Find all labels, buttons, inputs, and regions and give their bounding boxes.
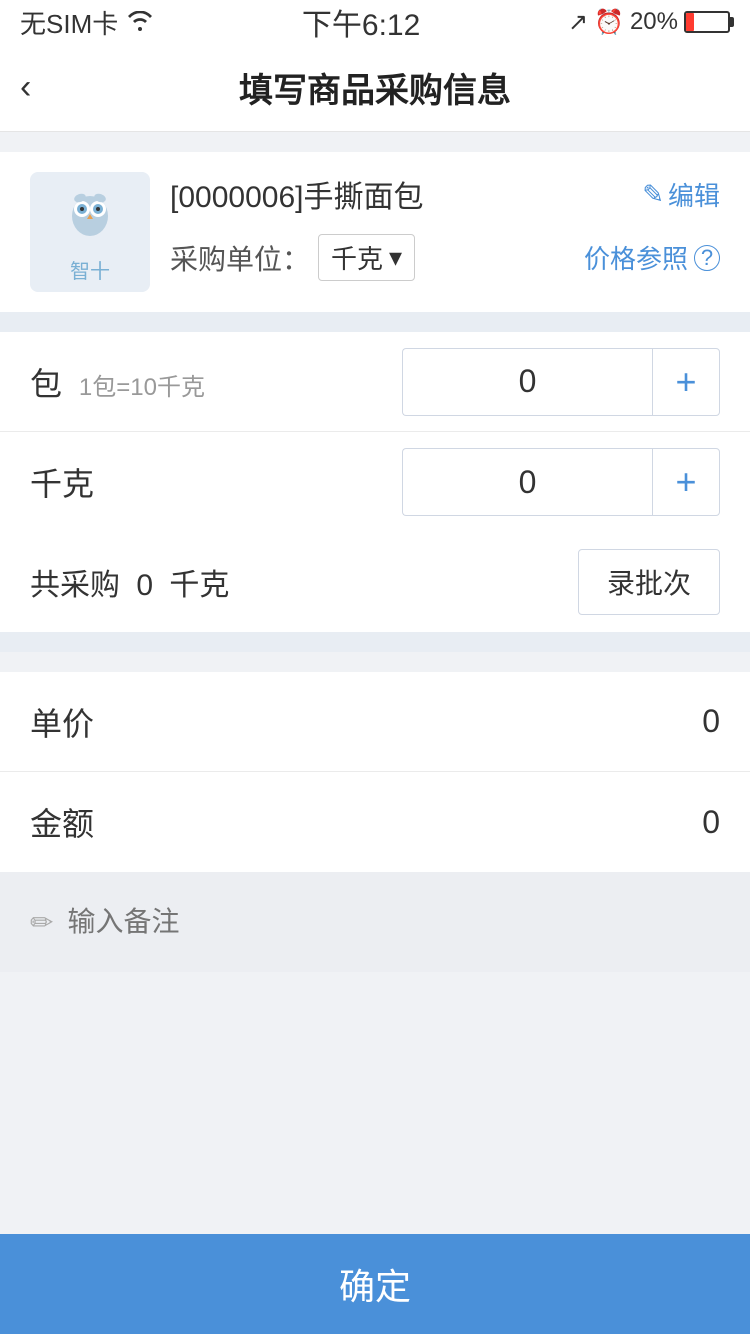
edit-label: 编辑 <box>668 176 720 213</box>
unit-value: 千克 <box>331 239 383 276</box>
wifi-icon <box>126 7 154 38</box>
input-section: 包 1包=10千克 + 千克 + <box>0 332 750 532</box>
summary-prefix: 共采购 <box>30 569 120 602</box>
status-left: 无SIM卡 <box>20 4 154 41</box>
edit-button[interactable]: ✎ 编辑 <box>642 176 720 213</box>
unit-price-value: 0 <box>702 703 720 740</box>
page-title: 填写商品采购信息 <box>239 63 511 112</box>
kg-plus-button[interactable]: + <box>652 448 720 516</box>
amount-label: 金额 <box>30 799 94 845</box>
kg-input-row: 千克 + <box>0 432 750 532</box>
nav-bar: ‹ 填写商品采购信息 <box>0 44 750 132</box>
battery-icon <box>684 11 730 33</box>
product-card: 智十 [0000006]手撕面包 ✎ 编辑 采购单位： 千克 ▾ 价格参照 ? <box>0 152 750 312</box>
status-time: 下午6:12 <box>302 0 420 44</box>
kg-number-input[interactable] <box>402 448 652 516</box>
note-section: ✏ <box>0 872 750 972</box>
note-input[interactable] <box>67 906 720 938</box>
price-section: 单价 0 金额 0 <box>0 672 750 872</box>
product-unit-row: 采购单位： 千克 ▾ 价格参照 ? <box>170 234 720 281</box>
unit-price-label: 单价 <box>30 699 94 745</box>
amount-value: 0 <box>702 804 720 841</box>
product-header: [0000006]手撕面包 ✎ 编辑 <box>170 172 720 216</box>
summary-amount: 0 <box>136 569 153 602</box>
bag-plus-button[interactable]: + <box>652 348 720 416</box>
price-ref-label: 价格参照 <box>584 239 688 276</box>
price-ref-button[interactable]: 价格参照 ? <box>584 239 720 276</box>
status-bar: 无SIM卡 下午6:12 ↗ ⏰ 20% <box>0 0 750 44</box>
unit-price-row: 单价 0 <box>0 672 750 772</box>
product-image: 智十 <box>30 172 150 292</box>
summary-row: 共采购 0 千克 录批次 <box>0 532 750 632</box>
product-info: [0000006]手撕面包 ✎ 编辑 采购单位： 千克 ▾ 价格参照 ? <box>170 172 720 281</box>
section-divider-2 <box>0 632 750 652</box>
unit-label: 采购单位： <box>170 238 310 278</box>
location-icon: ↗ <box>568 8 588 37</box>
kg-input-controls: + <box>402 448 720 516</box>
bag-sub-label: 1包=10千克 <box>79 374 205 401</box>
section-divider-1 <box>0 312 750 332</box>
alarm-icon: ⏰ <box>594 8 624 37</box>
product-name: [0000006]手撕面包 <box>170 172 423 216</box>
bag-input-row: 包 1包=10千克 + <box>0 332 750 432</box>
back-button[interactable]: ‹ <box>20 68 80 107</box>
carrier-label: 无SIM卡 <box>20 4 118 41</box>
kg-label: 千克 <box>30 459 402 505</box>
bag-label: 包 1包=10千克 <box>30 359 402 405</box>
status-right: ↗ ⏰ 20% <box>568 8 730 37</box>
bag-input-controls: + <box>402 348 720 416</box>
battery-percent: 20% <box>630 8 678 36</box>
bottom-spacer <box>0 972 750 1072</box>
price-ref-help-icon: ? <box>694 245 720 271</box>
pencil-icon: ✏ <box>30 906 53 939</box>
bag-number-input[interactable] <box>402 348 652 416</box>
confirm-button[interactable]: 确定 <box>0 1234 750 1334</box>
summary-text: 共采购 0 千克 <box>30 560 229 604</box>
summary-unit: 千克 <box>169 569 229 602</box>
product-brand-label: 智十 <box>70 255 110 284</box>
product-owl-icon <box>60 181 120 251</box>
unit-select[interactable]: 千克 ▾ <box>318 234 415 281</box>
batch-button[interactable]: 录批次 <box>578 549 720 615</box>
edit-icon: ✎ <box>642 179 664 210</box>
unit-dropdown-icon: ▾ <box>389 242 402 273</box>
amount-row: 金额 0 <box>0 772 750 872</box>
